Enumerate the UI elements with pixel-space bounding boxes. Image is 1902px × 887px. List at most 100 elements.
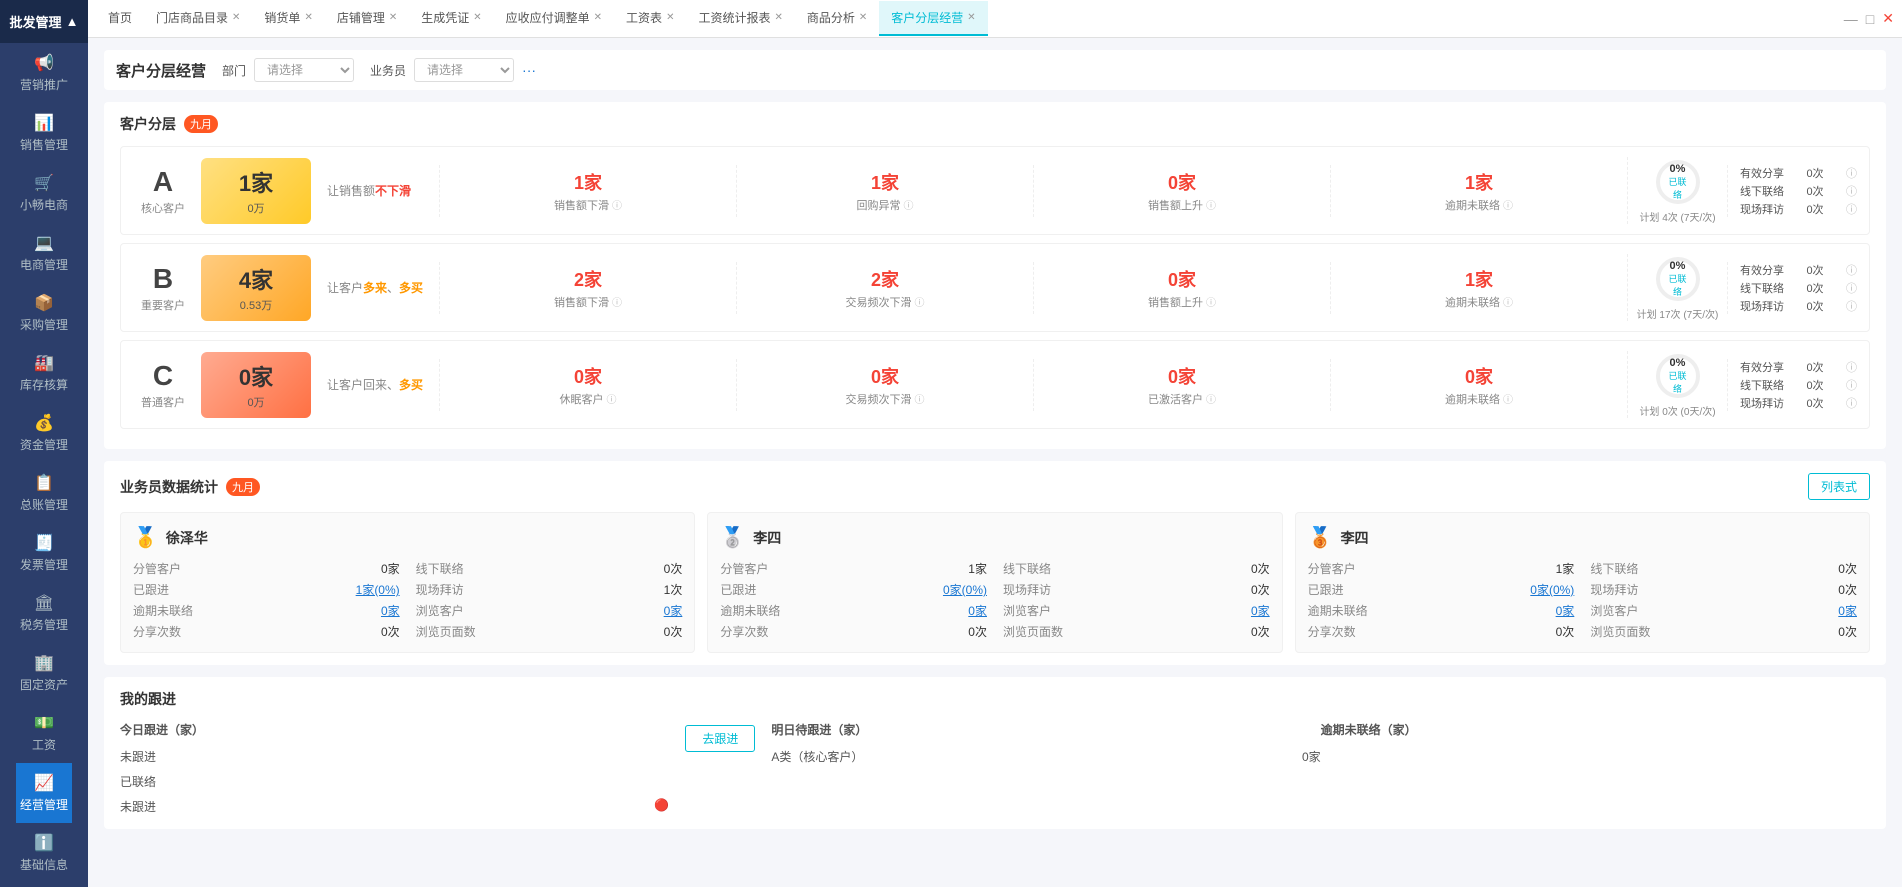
today-col-title: 今日跟进（家） xyxy=(120,721,669,738)
sp-stat-val[interactable]: 0家(0%) xyxy=(1530,581,1574,598)
tab-close-icon[interactable]: ✕ xyxy=(774,12,782,23)
right-stat-info-icon[interactable]: ⓘ xyxy=(1846,359,1857,375)
sidebar-item-库存核算[interactable]: 🏭库存核算 xyxy=(16,343,72,403)
tab-close-icon[interactable]: ✕ xyxy=(473,12,481,23)
info-icon[interactable]: ⓘ xyxy=(1206,197,1216,212)
tier-count-box: 4家 0.53万 xyxy=(201,255,311,321)
info-icon[interactable]: ⓘ xyxy=(1503,197,1513,212)
tab-首页[interactable]: 首页 xyxy=(96,1,144,36)
sidebar-item-电商管理[interactable]: 💻电商管理 xyxy=(16,223,72,283)
sp-stat-val[interactable]: 0家(0%) xyxy=(943,581,987,598)
sidebar-item-营销推广[interactable]: 📢营销推广 xyxy=(16,43,72,103)
info-icon[interactable]: ⓘ xyxy=(915,294,925,309)
sidebar-item-基础信息[interactable]: ℹ️基础信息 xyxy=(16,823,72,883)
sidebar-item-固定资产[interactable]: 🏢固定资产 xyxy=(16,643,72,703)
sp-stat-row: 分管客户 0家 xyxy=(133,560,400,577)
tab-label: 客户分层经营 xyxy=(891,9,963,26)
stat-num: 0家 xyxy=(1168,266,1196,292)
sp-stat-row: 现场拜访 1次 xyxy=(416,581,683,598)
go-followup-button[interactable]: 去跟进 xyxy=(685,725,755,752)
sp-stat-val: 0次 xyxy=(381,623,400,640)
sidebar-item-系统管理[interactable]: ⚙️系统管理 xyxy=(16,883,72,887)
tab-销货单[interactable]: 销货单✕ xyxy=(252,1,324,36)
right-stat-info-icon[interactable]: ⓘ xyxy=(1846,298,1857,314)
info-icon[interactable]: ⓘ xyxy=(915,391,925,406)
sidebar-item-经营管理[interactable]: 📈经营管理 xyxy=(16,763,72,823)
sidebar-item-小畅电商[interactable]: 🛒小畅电商 xyxy=(16,163,72,223)
tab-门店商品目录[interactable]: 门店商品目录✕ xyxy=(144,1,252,36)
tab-close-icon[interactable]: ✕ xyxy=(389,12,397,23)
tab-工资统计报表[interactable]: 工资统计报表✕ xyxy=(686,1,794,36)
right-stat-info-icon[interactable]: ⓘ xyxy=(1846,183,1857,199)
tab-close-icon[interactable]: ✕ xyxy=(232,12,240,23)
sp-stat-label: 现场拜访 xyxy=(1003,581,1051,598)
tab-店铺管理[interactable]: 店铺管理✕ xyxy=(325,1,409,36)
sp-stat-val[interactable]: 0家 xyxy=(1838,602,1857,619)
sales-select[interactable]: 请选择 xyxy=(414,58,514,82)
circle-text: 0% 已联络 xyxy=(1665,260,1690,298)
info-icon[interactable]: ⓘ xyxy=(612,294,622,309)
sidebar-item-总账管理[interactable]: 📋总账管理 xyxy=(16,463,72,523)
sp-stat-val[interactable]: 0家 xyxy=(968,602,987,619)
sp-stat-val[interactable]: 0家 xyxy=(381,602,400,619)
tab-商品分析[interactable]: 商品分析✕ xyxy=(795,1,879,36)
more-icon[interactable]: ··· xyxy=(522,62,536,78)
sp-stat-val: 0次 xyxy=(1251,623,1270,640)
circle-sub: 计划 4次 (7天/次) xyxy=(1639,209,1715,224)
right-stat-info-icon[interactable]: ⓘ xyxy=(1846,165,1857,181)
tab-close-icon[interactable]: ✕ xyxy=(967,12,975,23)
salesperson-card-李四: 🥈 李四 分管客户 1家 线下联络 0次 已跟进 0家(0%) 现场拜访 0次 xyxy=(707,512,1282,653)
sidebar-item-发票管理[interactable]: 🧾发票管理 xyxy=(16,523,72,583)
sp-stat-val[interactable]: 0家 xyxy=(1556,602,1575,619)
right-stat-info-icon[interactable]: ⓘ xyxy=(1846,262,1857,278)
right-stat-info-icon[interactable]: ⓘ xyxy=(1846,377,1857,393)
sidebar-expand-icon[interactable]: ▲ xyxy=(66,14,79,29)
info-icon[interactable]: ⓘ xyxy=(1206,294,1216,309)
info-icon[interactable]: ⓘ xyxy=(607,391,617,406)
info-icon[interactable]: ⓘ xyxy=(904,197,914,212)
tab-close-icon[interactable]: ✕ xyxy=(304,12,312,23)
right-stat-info-icon[interactable]: ⓘ xyxy=(1846,280,1857,296)
right-stats: 有效分享 0次 ⓘ 线下联络 0次 ⓘ 现场拜访 0次 ⓘ xyxy=(1727,359,1857,411)
stat-item: 0家 已激活客户 ⓘ xyxy=(1033,359,1330,411)
tab-应收应付调整单[interactable]: 应收应付调整单✕ xyxy=(494,1,614,36)
sp-stat-val[interactable]: 1家(0%) xyxy=(356,581,400,598)
info-icon[interactable]: ⓘ xyxy=(1503,391,1513,406)
circle-pct: 0% xyxy=(1665,260,1690,272)
sp-stat-label: 浏览客户 xyxy=(1003,602,1051,619)
info-icon[interactable]: ⓘ xyxy=(612,197,622,212)
sp-stat-row: 现场拜访 0次 xyxy=(1003,581,1270,598)
right-stat-val: 0次 xyxy=(1806,298,1823,314)
tier-count-box: 0家 0万 xyxy=(201,352,311,418)
right-stats: 有效分享 0次 ⓘ 线下联络 0次 ⓘ 现场拜访 0次 ⓘ xyxy=(1727,262,1857,314)
sp-stat-row: 浏览页面数 0次 xyxy=(416,623,683,640)
list-view-button[interactable]: 列表式 xyxy=(1808,473,1870,500)
right-stats: 有效分享 0次 ⓘ 线下联络 0次 ⓘ 现场拜访 0次 ⓘ xyxy=(1727,165,1857,217)
tab-生成凭证[interactable]: 生成凭证✕ xyxy=(409,1,493,36)
sidebar-item-销售管理[interactable]: 📊销售管理 xyxy=(16,103,72,163)
dept-select[interactable]: 请选择 xyxy=(254,58,354,82)
right-stat-info-icon[interactable]: ⓘ xyxy=(1846,395,1857,411)
sidebar-item-采购管理[interactable]: 📦采购管理 xyxy=(16,283,72,343)
sidebar-item-工资[interactable]: 💵工资 xyxy=(16,703,72,763)
tab-close-icon[interactable]: ✕ xyxy=(594,12,602,23)
tab-close-icon[interactable]: ✕ xyxy=(666,12,674,23)
sp-stat-label: 现场拜访 xyxy=(1590,581,1638,598)
info-icon[interactable]: ⓘ xyxy=(1206,391,1216,406)
tab-close-icon[interactable]: ✕ xyxy=(859,12,867,23)
right-stat-info-icon[interactable]: ⓘ xyxy=(1846,201,1857,217)
stat-num: 0家 xyxy=(871,363,899,389)
tab-客户分层经营[interactable]: 客户分层经营 ✕ xyxy=(879,1,987,36)
sidebar-icon: 📊 xyxy=(34,113,54,133)
sidebar-item-税务管理[interactable]: 🏛税务管理 xyxy=(16,583,72,643)
window-maximize-icon[interactable]: □ xyxy=(1866,11,1874,27)
sidebar-item-资金管理[interactable]: 💰资金管理 xyxy=(16,403,72,463)
page-title: 客户分层经营 xyxy=(116,60,206,81)
window-close-icon[interactable]: ✕ xyxy=(1882,10,1894,27)
window-minimize-icon[interactable]: — xyxy=(1844,11,1858,27)
tab-工资表[interactable]: 工资表✕ xyxy=(614,1,686,36)
tier-stats: 0家 休眠客户 ⓘ 0家 交易频次下滑 ⓘ 0家 已激活客户 ⓘ 0家 逾期未联… xyxy=(439,359,1627,411)
sp-stat-val[interactable]: 0家 xyxy=(664,602,683,619)
info-icon[interactable]: ⓘ xyxy=(1503,294,1513,309)
sp-stat-val[interactable]: 0家 xyxy=(1251,602,1270,619)
